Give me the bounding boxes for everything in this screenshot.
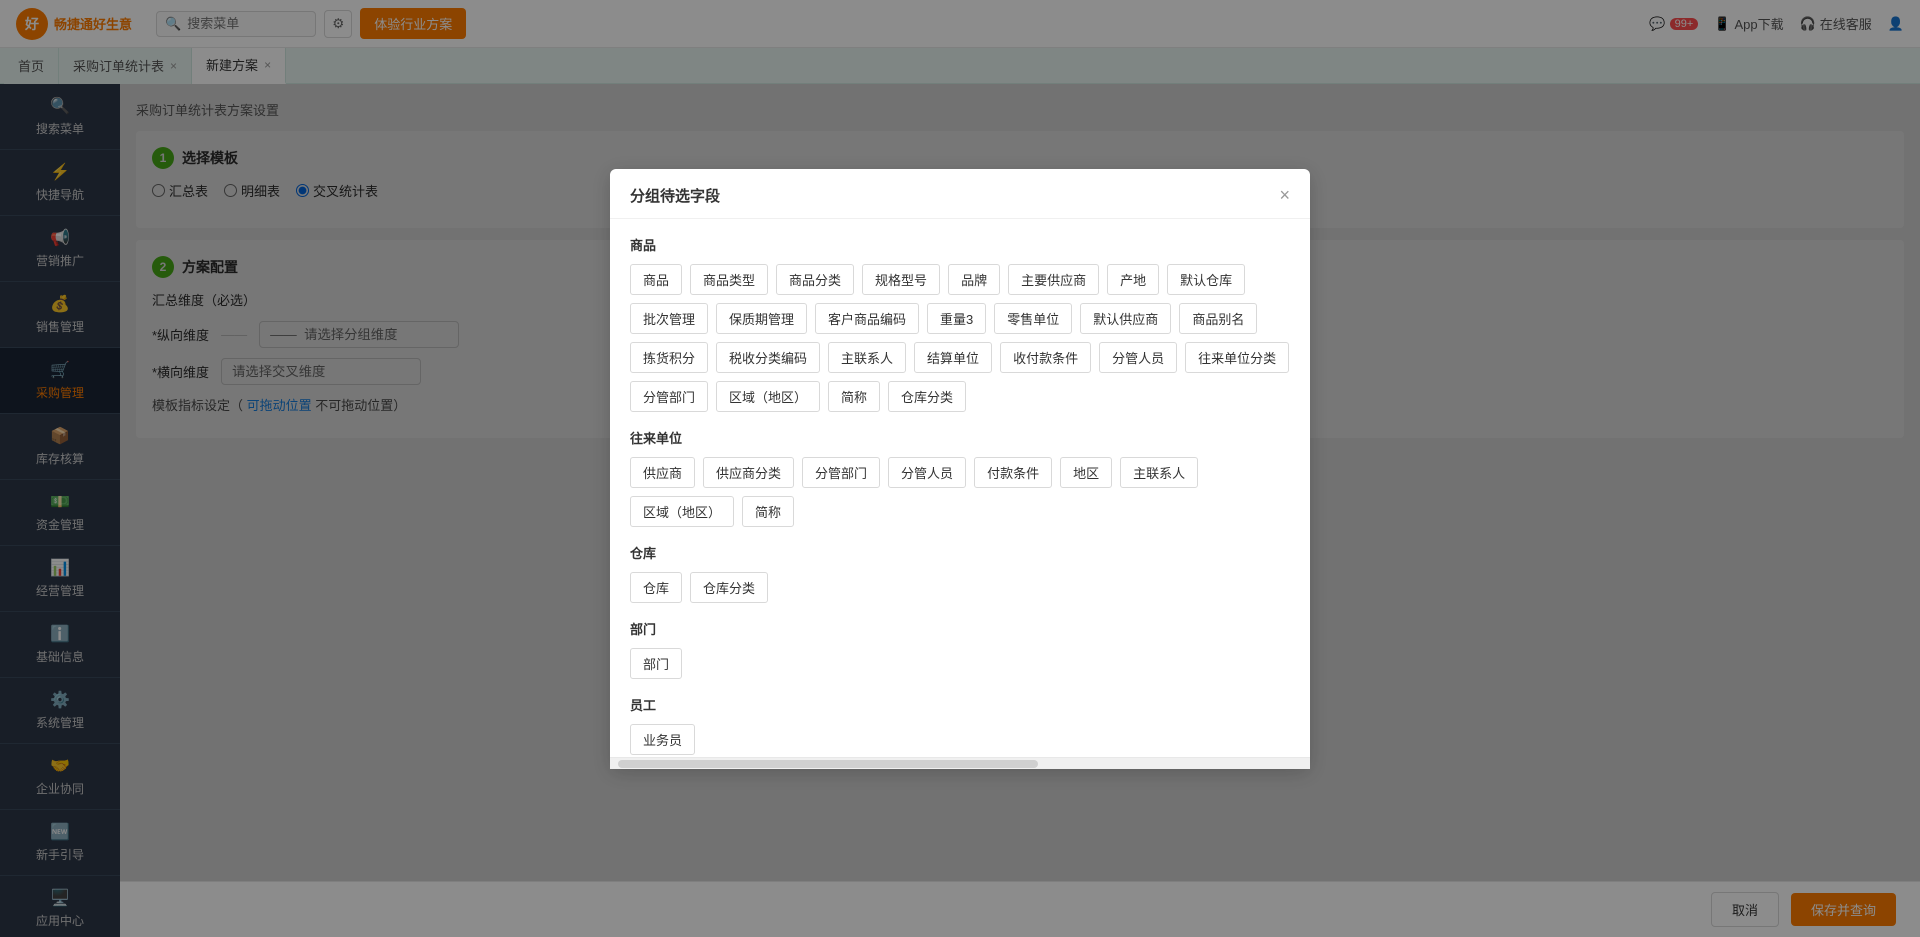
field-tag-partner-8[interactable]: 简称 <box>742 496 794 527</box>
section-title-product: 商品 <box>630 235 1290 254</box>
section-title-staff: 员工 <box>630 695 1290 714</box>
field-tag-product-20[interactable]: 分管人员 <box>1099 342 1177 373</box>
field-select-modal: 分组待选字段 × 商品商品商品类型商品分类规格型号品牌主要供应商产地默认仓库批次… <box>610 169 1310 769</box>
field-tag-product-24[interactable]: 简称 <box>828 381 880 412</box>
modal-overlay: 分组待选字段 × 商品商品商品类型商品分类规格型号品牌主要供应商产地默认仓库批次… <box>0 0 1920 937</box>
modal-section-partner: 往来单位供应商供应商分类分管部门分管人员付款条件地区主联系人区域（地区） 简称 <box>630 428 1290 527</box>
section-title-partner: 往来单位 <box>630 428 1290 447</box>
field-tag-product-19[interactable]: 收付款条件 <box>1000 342 1091 373</box>
field-tag-product-25[interactable]: 仓库分类 <box>888 381 966 412</box>
field-tag-product-12[interactable]: 零售单位 <box>994 303 1072 334</box>
field-tag-product-4[interactable]: 品牌 <box>948 264 1000 295</box>
section-title-department: 部门 <box>630 619 1290 638</box>
field-tag-product-6[interactable]: 产地 <box>1107 264 1159 295</box>
field-tag-product-16[interactable]: 税收分类编码 <box>716 342 820 373</box>
field-tag-partner-7[interactable]: 区域（地区） <box>630 496 734 527</box>
field-tag-product-23[interactable]: 区域（地区） <box>716 381 820 412</box>
field-tag-department-0[interactable]: 部门 <box>630 648 682 679</box>
field-tag-product-8[interactable]: 批次管理 <box>630 303 708 334</box>
field-tag-partner-4[interactable]: 付款条件 <box>974 457 1052 488</box>
modal-body[interactable]: 商品商品商品类型商品分类规格型号品牌主要供应商产地默认仓库批次管理保质期管理客户… <box>610 219 1310 757</box>
field-tag-product-21[interactable]: 往来单位分类 <box>1185 342 1289 373</box>
tag-grid-staff: 业务员 <box>630 724 1290 755</box>
field-tag-partner-3[interactable]: 分管人员 <box>888 457 966 488</box>
field-tag-product-17[interactable]: 主联系人 <box>828 342 906 373</box>
field-tag-product-7[interactable]: 默认仓库 <box>1167 264 1245 295</box>
field-tag-product-5[interactable]: 主要供应商 <box>1008 264 1099 295</box>
tag-grid-warehouse: 仓库仓库分类 <box>630 572 1290 603</box>
field-tag-product-1[interactable]: 商品类型 <box>690 264 768 295</box>
field-tag-product-18[interactable]: 结算单位 <box>914 342 992 373</box>
field-tag-partner-0[interactable]: 供应商 <box>630 457 695 488</box>
modal-close-btn[interactable]: × <box>1279 186 1290 204</box>
modal-title: 分组待选字段 <box>630 185 720 206</box>
field-tag-product-9[interactable]: 保质期管理 <box>716 303 807 334</box>
field-tag-product-15[interactable]: 拣货积分 <box>630 342 708 373</box>
field-tag-product-13[interactable]: 默认供应商 <box>1080 303 1171 334</box>
tag-grid-department: 部门 <box>630 648 1290 679</box>
section-title-warehouse: 仓库 <box>630 543 1290 562</box>
field-tag-product-3[interactable]: 规格型号 <box>862 264 940 295</box>
field-tag-product-14[interactable]: 商品别名 <box>1179 303 1257 334</box>
modal-section-warehouse: 仓库仓库仓库分类 <box>630 543 1290 603</box>
field-tag-partner-1[interactable]: 供应商分类 <box>703 457 794 488</box>
tag-grid-product: 商品商品类型商品分类规格型号品牌主要供应商产地默认仓库批次管理保质期管理客户商品… <box>630 264 1290 412</box>
field-tag-product-10[interactable]: 客户商品编码 <box>815 303 919 334</box>
hscroll-thumb <box>618 760 1038 768</box>
field-tag-staff-0[interactable]: 业务员 <box>630 724 695 755</box>
field-tag-product-2[interactable]: 商品分类 <box>776 264 854 295</box>
field-tag-warehouse-1[interactable]: 仓库分类 <box>690 572 768 603</box>
tag-grid-partner: 供应商供应商分类分管部门分管人员付款条件地区主联系人区域（地区） 简称 <box>630 457 1290 527</box>
field-tag-product-11[interactable]: 重量3 <box>927 303 986 334</box>
modal-section-staff: 员工业务员 <box>630 695 1290 755</box>
modal-section-product: 商品商品商品类型商品分类规格型号品牌主要供应商产地默认仓库批次管理保质期管理客户… <box>630 235 1290 412</box>
field-tag-partner-5[interactable]: 地区 <box>1060 457 1112 488</box>
modal-header: 分组待选字段 × <box>610 169 1310 219</box>
field-tag-warehouse-0[interactable]: 仓库 <box>630 572 682 603</box>
field-tag-product-0[interactable]: 商品 <box>630 264 682 295</box>
modal-section-department: 部门部门 <box>630 619 1290 679</box>
modal-hscroll[interactable] <box>610 757 1310 769</box>
field-tag-partner-2[interactable]: 分管部门 <box>802 457 880 488</box>
field-tag-product-22[interactable]: 分管部门 <box>630 381 708 412</box>
field-tag-partner-6[interactable]: 主联系人 <box>1120 457 1198 488</box>
